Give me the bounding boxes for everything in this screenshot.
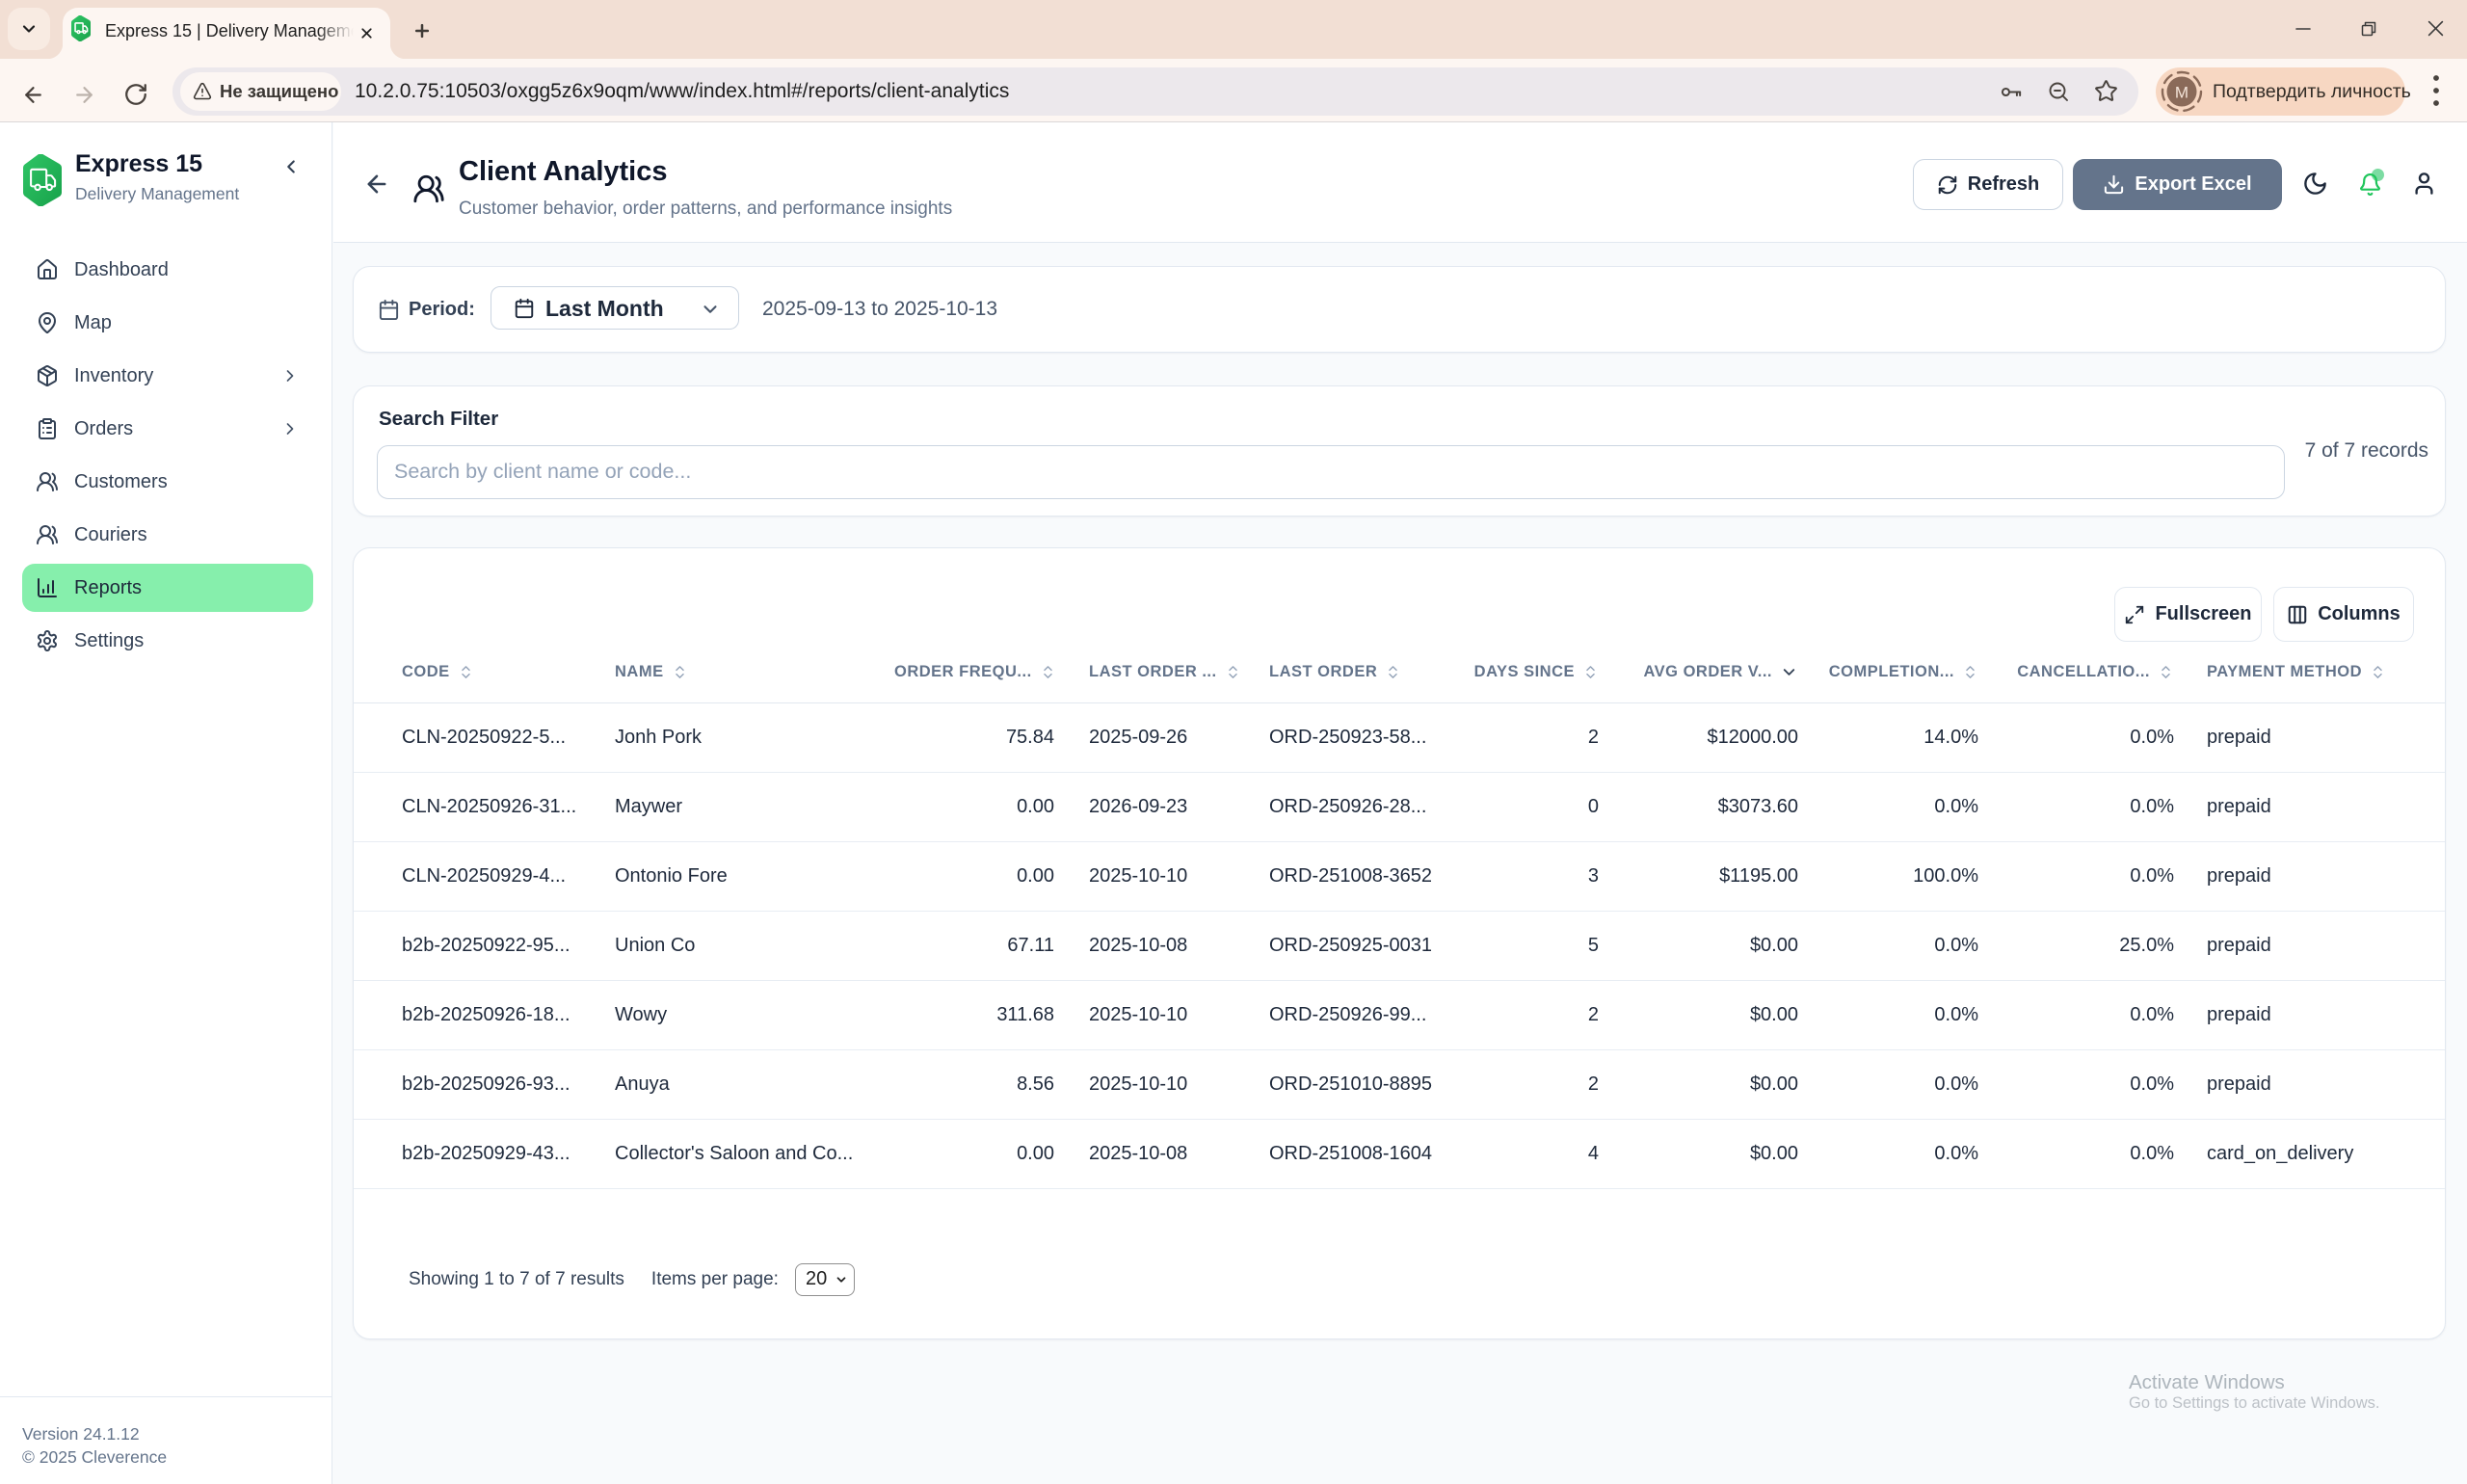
svg-text:M: M: [2175, 84, 2188, 102]
